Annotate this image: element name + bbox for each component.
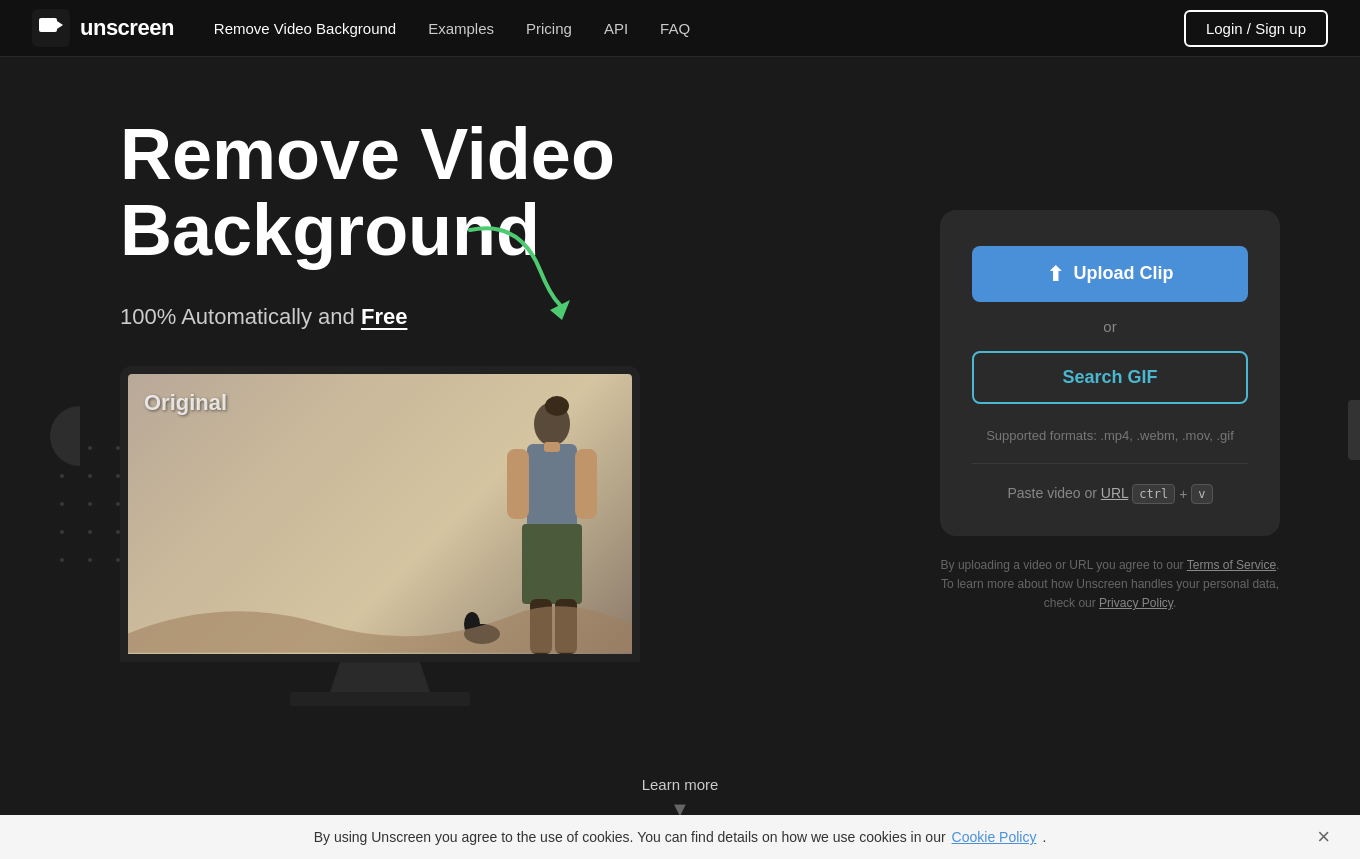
terms-of-service-link[interactable]: Terms of Service — [1187, 558, 1276, 572]
cookie-suffix: . — [1042, 829, 1046, 845]
monitor-mockup: Original — [120, 366, 640, 706]
learn-more-link[interactable]: Learn more — [642, 776, 719, 793]
monitor-base — [290, 692, 470, 706]
svg-rect-5 — [527, 444, 577, 534]
svg-rect-11 — [544, 442, 560, 452]
hero-title-line1: Remove Video — [120, 114, 615, 194]
svg-rect-0 — [39, 18, 57, 32]
search-gif-button[interactable]: Search GIF — [972, 351, 1248, 404]
v-key: v — [1191, 484, 1212, 504]
url-link[interactable]: URL — [1101, 485, 1129, 501]
paste-label: Paste video or — [1007, 485, 1097, 501]
monitor-stand — [330, 662, 430, 692]
logo[interactable]: unscreen — [32, 9, 174, 47]
subtitle-free: Free — [361, 304, 407, 329]
upload-clip-button[interactable]: ⬆ Upload Clip — [972, 246, 1248, 302]
terms-suffix: . — [1173, 596, 1176, 610]
terms-text: By uploading a video or URL you agree to… — [940, 556, 1280, 614]
card-divider — [972, 463, 1248, 464]
nav-link-remove-video[interactable]: Remove Video Background — [214, 20, 396, 37]
original-label: Original — [144, 390, 227, 416]
upload-clip-label: Upload Clip — [1074, 263, 1174, 284]
logo-text: unscreen — [80, 15, 174, 41]
hero-right: ⬆ Upload Clip or Search GIF Supported fo… — [940, 210, 1280, 614]
cookie-close-button[interactable]: × — [1317, 826, 1330, 848]
svg-marker-1 — [57, 21, 63, 29]
side-scroll-indicator — [1348, 400, 1360, 460]
supported-formats: Supported formats: .mp4, .webm, .mov, .g… — [986, 428, 1234, 443]
navbar: unscreen Remove Video Background Example… — [0, 0, 1360, 57]
login-button[interactable]: Login / Sign up — [1184, 10, 1328, 47]
logo-icon — [32, 9, 70, 47]
upload-card: ⬆ Upload Clip or Search GIF Supported fo… — [940, 210, 1280, 536]
terms-prefix: By uploading a video or URL you agree to… — [941, 558, 1187, 572]
paste-area: Paste video or URL ctrl + v — [1007, 484, 1212, 504]
ctrl-key: ctrl — [1132, 484, 1175, 504]
nav-links: Remove Video Background Examples Pricing… — [214, 20, 690, 37]
monitor-video-frame: Original — [128, 374, 632, 654]
svg-rect-8 — [575, 449, 597, 519]
cookie-banner: By using Unscreen you agree to the use o… — [0, 815, 1360, 859]
nav-link-examples[interactable]: Examples — [428, 20, 494, 37]
nav-link-faq[interactable]: FAQ — [660, 20, 690, 37]
nav-link-pricing[interactable]: Pricing — [526, 20, 572, 37]
hero-left: Remove Video Background 100% Automatical… — [120, 117, 800, 706]
desert-dunes — [128, 574, 632, 654]
cookie-policy-link[interactable]: Cookie Policy — [952, 829, 1037, 845]
keyboard-shortcut: ctrl + v — [1132, 484, 1212, 504]
hero-section: Remove Video Background 100% Automatical… — [0, 57, 1360, 746]
svg-point-4 — [545, 396, 569, 416]
nav-link-api[interactable]: API — [604, 20, 628, 37]
cookie-text: By using Unscreen you agree to the use o… — [314, 829, 946, 845]
monitor-screen: Original — [120, 366, 640, 662]
arrow-decoration — [460, 220, 580, 320]
upload-icon: ⬆ — [1047, 262, 1064, 286]
svg-rect-7 — [507, 449, 529, 519]
or-label: or — [1103, 318, 1116, 335]
subtitle-prefix: 100% Automatically and — [120, 304, 361, 329]
privacy-policy-link[interactable]: Privacy Policy — [1099, 596, 1173, 610]
nav-left: unscreen Remove Video Background Example… — [32, 9, 690, 47]
plus-symbol: + — [1179, 486, 1187, 502]
